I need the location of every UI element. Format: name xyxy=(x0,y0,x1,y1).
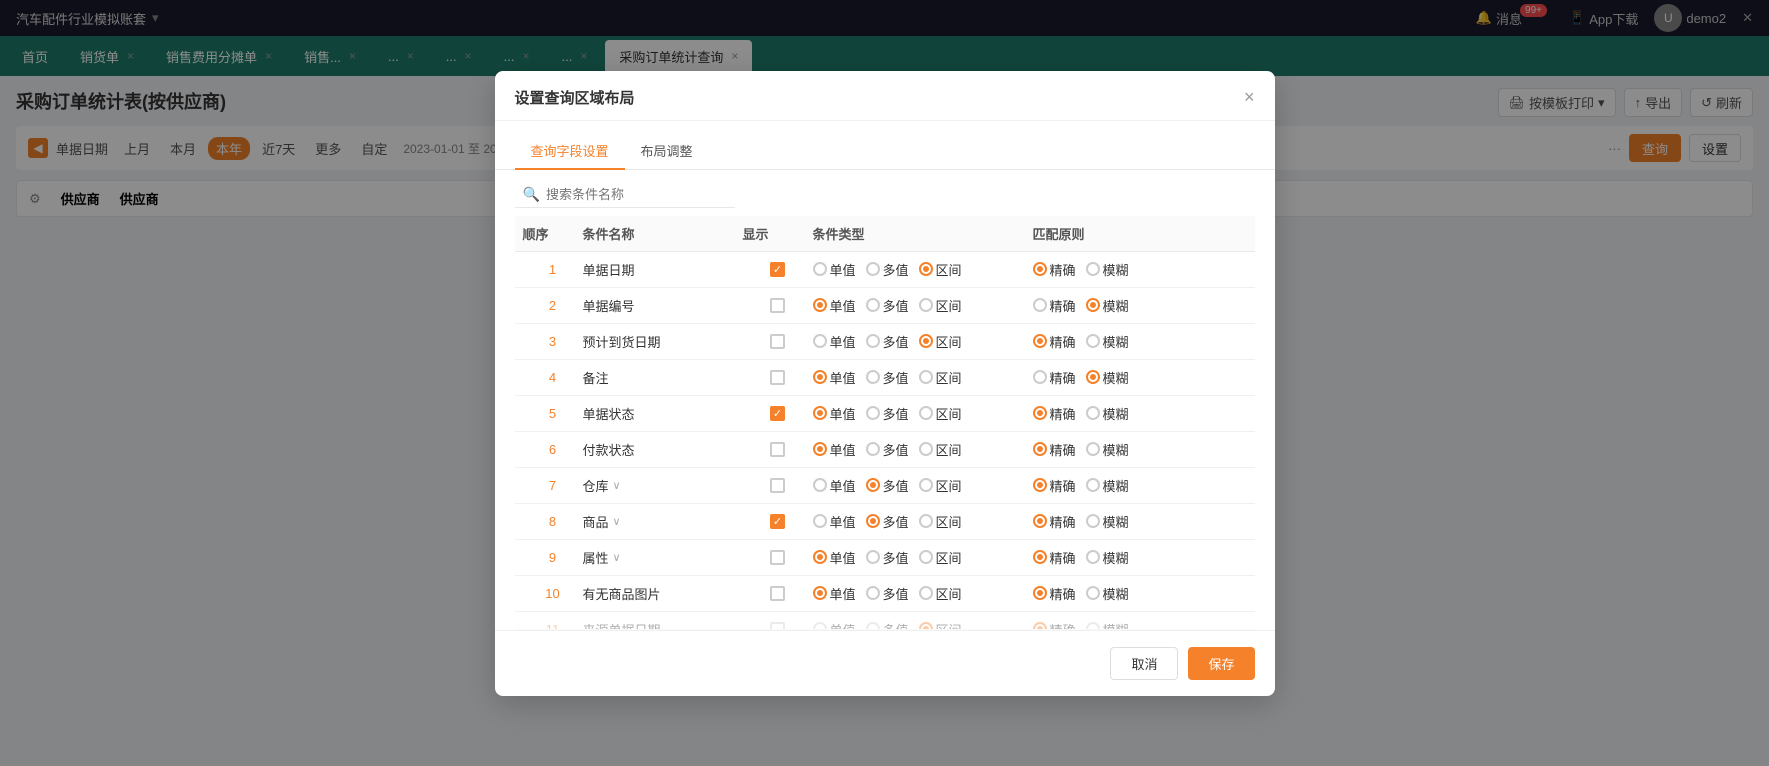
show-checkbox[interactable] xyxy=(770,622,785,630)
match-radio-精确[interactable]: 精确 xyxy=(1033,440,1076,459)
type-radio-单值[interactable]: 单值 xyxy=(813,260,856,279)
type-radio-多值[interactable]: 多值 xyxy=(866,584,909,603)
match-radio-精确[interactable]: 精确 xyxy=(1033,296,1076,315)
match-radio-模糊[interactable]: 模糊 xyxy=(1086,620,1129,630)
table-row: 7仓库 ∨单值多值区间精确模糊 xyxy=(515,468,1255,504)
match-radio-模糊[interactable]: 模糊 xyxy=(1086,440,1129,459)
table-row: 4备注单值多值区间精确模糊 xyxy=(515,360,1255,396)
match-radio-模糊[interactable]: 模糊 xyxy=(1086,332,1129,351)
search-input[interactable] xyxy=(546,187,706,202)
match-radio-模糊[interactable]: 模糊 xyxy=(1086,512,1129,531)
dialog-title: 设置查询区域布局 xyxy=(515,87,635,108)
table-row: 10有无商品图片单值多值区间精确模糊 xyxy=(515,576,1255,612)
dialog-table: 顺序 条件名称 显示 条件类型 匹配原则 1单据日期✓单值多值区间精确模糊2单据… xyxy=(495,216,1275,630)
dialog-overlay[interactable]: 设置查询区域布局 × 查询字段设置 布局调整 🔍 顺序 条件名称 xyxy=(0,0,1769,766)
settings-dialog: 设置查询区域布局 × 查询字段设置 布局调整 🔍 顺序 条件名称 xyxy=(495,71,1275,696)
tab-query-fields[interactable]: 查询字段设置 xyxy=(515,133,625,170)
table-row: 1单据日期✓单值多值区间精确模糊 xyxy=(515,252,1255,288)
table-row: 8商品 ∨✓单值多值区间精确模糊 xyxy=(515,504,1255,540)
match-radio-模糊[interactable]: 模糊 xyxy=(1086,404,1129,423)
tab-layout[interactable]: 布局调整 xyxy=(625,133,709,170)
show-checkbox[interactable] xyxy=(770,442,785,457)
match-radio-精确[interactable]: 精确 xyxy=(1033,584,1076,603)
match-radio-模糊[interactable]: 模糊 xyxy=(1086,548,1129,567)
dialog-footer: 取消 保存 xyxy=(495,630,1275,696)
type-radio-区间[interactable]: 区间 xyxy=(919,296,962,315)
main-area: 采购订单统计表(按供应商) 🖨 按模板打印 ▾ ↑ 导出 ↺ 刷新 ◀ 单据日期… xyxy=(0,76,1769,676)
match-radio-模糊[interactable]: 模糊 xyxy=(1086,296,1129,315)
type-radio-多值[interactable]: 多值 xyxy=(866,404,909,423)
table-row: 6付款状态单值多值区间精确模糊 xyxy=(515,432,1255,468)
type-radio-多值[interactable]: 多值 xyxy=(866,548,909,567)
show-checkbox[interactable] xyxy=(770,586,785,601)
match-radio-精确[interactable]: 精确 xyxy=(1033,512,1076,531)
show-checkbox[interactable] xyxy=(770,334,785,349)
type-radio-多值[interactable]: 多值 xyxy=(866,440,909,459)
type-radio-多值[interactable]: 多值 xyxy=(866,620,909,630)
dialog-tabs: 查询字段设置 布局调整 xyxy=(495,121,1275,170)
dialog-header: 设置查询区域布局 × xyxy=(495,71,1275,121)
type-radio-多值[interactable]: 多值 xyxy=(866,296,909,315)
type-radio-单值[interactable]: 单值 xyxy=(813,368,856,387)
match-radio-精确[interactable]: 精确 xyxy=(1033,368,1076,387)
type-radio-单值[interactable]: 单值 xyxy=(813,476,856,495)
type-radio-多值[interactable]: 多值 xyxy=(866,260,909,279)
match-radio-精确[interactable]: 精确 xyxy=(1033,260,1076,279)
dialog-close-btn[interactable]: × xyxy=(1244,88,1255,106)
type-radio-单值[interactable]: 单值 xyxy=(813,440,856,459)
type-radio-区间[interactable]: 区间 xyxy=(919,584,962,603)
type-radio-区间[interactable]: 区间 xyxy=(919,548,962,567)
type-radio-多值[interactable]: 多值 xyxy=(866,512,909,531)
type-radio-单值[interactable]: 单值 xyxy=(813,332,856,351)
match-radio-模糊[interactable]: 模糊 xyxy=(1086,476,1129,495)
type-radio-区间[interactable]: 区间 xyxy=(919,332,962,351)
type-radio-单值[interactable]: 单值 xyxy=(813,584,856,603)
type-radio-多值[interactable]: 多值 xyxy=(866,368,909,387)
search-icon: 🔍 xyxy=(523,186,540,203)
type-radio-区间[interactable]: 区间 xyxy=(919,260,962,279)
type-radio-多值[interactable]: 多值 xyxy=(866,332,909,351)
show-checkbox[interactable]: ✓ xyxy=(770,262,785,277)
match-radio-精确[interactable]: 精确 xyxy=(1033,332,1076,351)
cancel-btn[interactable]: 取消 xyxy=(1110,647,1178,680)
match-radio-精确[interactable]: 精确 xyxy=(1033,404,1076,423)
type-radio-区间[interactable]: 区间 xyxy=(919,476,962,495)
show-checkbox[interactable]: ✓ xyxy=(770,406,785,421)
match-radio-模糊[interactable]: 模糊 xyxy=(1086,584,1129,603)
dialog-search-area: 🔍 xyxy=(495,170,1275,216)
show-checkbox[interactable] xyxy=(770,298,785,313)
match-radio-精确[interactable]: 精确 xyxy=(1033,620,1076,630)
search-box: 🔍 xyxy=(515,182,735,208)
type-radio-多值[interactable]: 多值 xyxy=(866,476,909,495)
type-radio-区间[interactable]: 区间 xyxy=(919,440,962,459)
show-checkbox[interactable] xyxy=(770,478,785,493)
type-radio-区间[interactable]: 区间 xyxy=(919,368,962,387)
type-radio-单值[interactable]: 单值 xyxy=(813,404,856,423)
match-radio-模糊[interactable]: 模糊 xyxy=(1086,260,1129,279)
show-checkbox[interactable]: ✓ xyxy=(770,514,785,529)
table-head: 顺序 条件名称 显示 条件类型 匹配原则 xyxy=(515,216,1255,252)
table-rows: 1单据日期✓单值多值区间精确模糊2单据编号单值多值区间精确模糊3预计到货日期单值… xyxy=(515,252,1255,630)
type-radio-区间[interactable]: 区间 xyxy=(919,512,962,531)
show-checkbox[interactable] xyxy=(770,370,785,385)
show-checkbox[interactable] xyxy=(770,550,785,565)
match-radio-精确[interactable]: 精确 xyxy=(1033,476,1076,495)
table-row: 3预计到货日期单值多值区间精确模糊 xyxy=(515,324,1255,360)
type-radio-区间[interactable]: 区间 xyxy=(919,620,962,630)
type-radio-单值[interactable]: 单值 xyxy=(813,548,856,567)
match-radio-模糊[interactable]: 模糊 xyxy=(1086,368,1129,387)
type-radio-单值[interactable]: 单值 xyxy=(813,296,856,315)
type-radio-区间[interactable]: 区间 xyxy=(919,404,962,423)
type-radio-单值[interactable]: 单值 xyxy=(813,620,856,630)
table-row: 9属性 ∨单值多值区间精确模糊 xyxy=(515,540,1255,576)
match-radio-精确[interactable]: 精确 xyxy=(1033,548,1076,567)
table-row: 11来源单据日期单值多值区间精确模糊 xyxy=(515,612,1255,630)
type-radio-单值[interactable]: 单值 xyxy=(813,512,856,531)
table-row: 5单据状态✓单值多值区间精确模糊 xyxy=(515,396,1255,432)
save-btn[interactable]: 保存 xyxy=(1188,647,1254,680)
table-row: 2单据编号单值多值区间精确模糊 xyxy=(515,288,1255,324)
